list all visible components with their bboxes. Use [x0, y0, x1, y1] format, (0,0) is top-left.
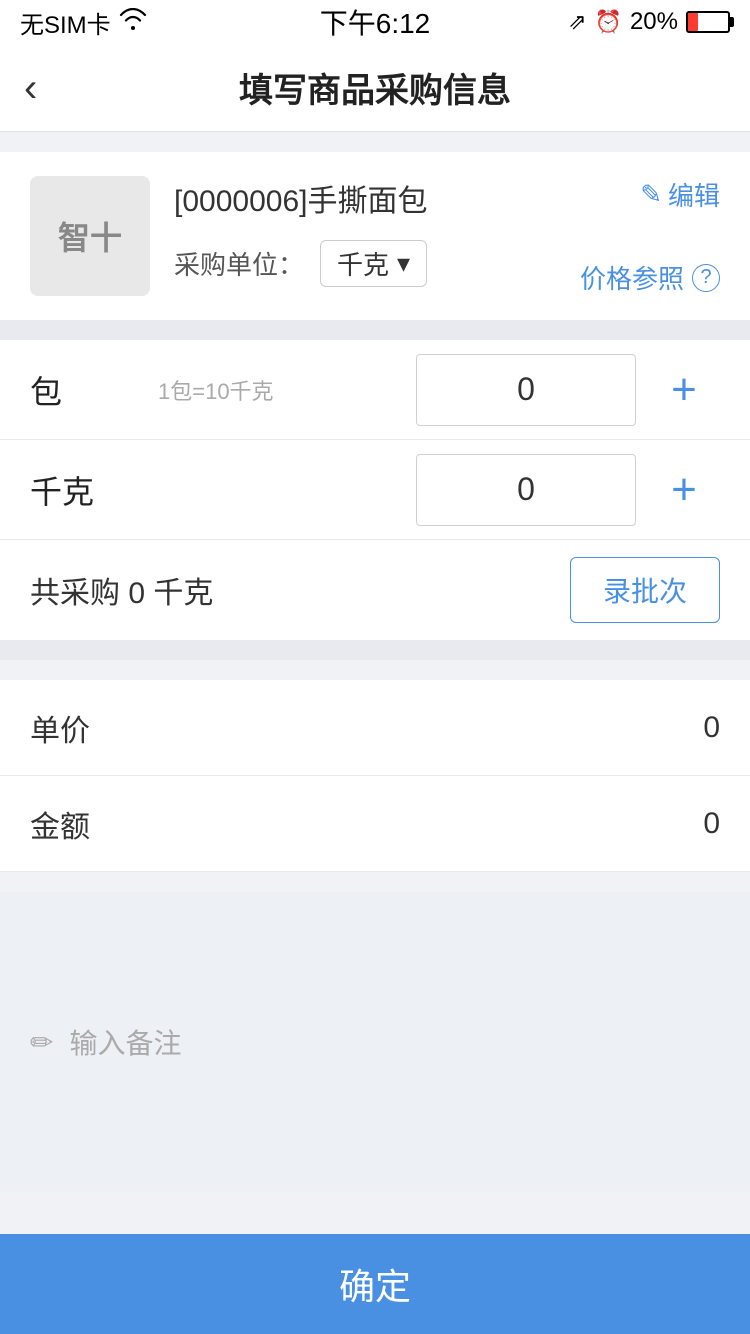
- input-section: 包 1包=10千克 0 + 千克 0 +: [0, 340, 750, 540]
- pack-plus-button[interactable]: +: [648, 354, 720, 426]
- battery-icon: [686, 11, 730, 33]
- kg-label: 千克: [30, 467, 150, 513]
- product-name: [0000006]手撕面包: [174, 176, 720, 220]
- nav-bar: ‹ 填写商品采购信息: [0, 44, 750, 132]
- edit-button[interactable]: ✎ 编辑: [640, 176, 720, 213]
- price-label: 单价: [30, 706, 90, 750]
- divider-2: [0, 640, 750, 660]
- pack-label: 包: [30, 367, 150, 413]
- batch-button[interactable]: 录批次: [570, 557, 720, 623]
- edit-icon: ✎: [640, 179, 662, 210]
- carrier-text: 无SIM卡: [20, 5, 111, 40]
- info-icon: ?: [692, 264, 720, 292]
- status-right: ⇗ ⏰ 20%: [568, 8, 730, 36]
- notes-section[interactable]: ✏ 输入备注: [0, 892, 750, 1192]
- amount-value: 0: [703, 807, 720, 841]
- chevron-down-icon: ▾: [397, 248, 410, 279]
- summary-text: 共采购 0 千克: [30, 568, 213, 612]
- status-left: 无SIM卡: [20, 5, 147, 40]
- price-value: 0: [703, 711, 720, 745]
- product-image: 智十: [30, 176, 150, 296]
- kg-qty-input[interactable]: 0: [416, 454, 636, 526]
- kg-plus-button[interactable]: +: [648, 454, 720, 526]
- pencil-icon: ✏: [30, 1026, 53, 1059]
- notes-placeholder: 输入备注: [69, 1022, 181, 1062]
- summary-row: 共采购 0 千克 录批次: [0, 540, 750, 640]
- kg-input-row: 千克 0 +: [0, 440, 750, 540]
- product-card: 智十 [0000006]手撕面包 采购单位： 千克 ▾ ✎ 编辑 价格参照 ?: [0, 152, 750, 320]
- price-ref-button[interactable]: 价格参照 ?: [580, 259, 720, 296]
- price-row: 单价 0: [0, 680, 750, 776]
- back-button[interactable]: ‹: [24, 68, 37, 108]
- battery-percent: 20%: [630, 8, 678, 36]
- divider-1: [0, 320, 750, 340]
- product-logo: 智十: [58, 213, 122, 259]
- amount-row: 金额 0: [0, 776, 750, 872]
- unit-label: 采购单位：: [174, 245, 304, 282]
- amount-label: 金额: [30, 802, 90, 846]
- alarm-icon: ⏰: [595, 9, 622, 35]
- info-section: 单价 0 金额 0: [0, 680, 750, 872]
- unit-select[interactable]: 千克 ▾: [320, 240, 427, 287]
- confirm-button[interactable]: 确定: [0, 1234, 750, 1334]
- page-title: 填写商品采购信息: [239, 63, 511, 112]
- pack-input-row: 包 1包=10千克 0 +: [0, 340, 750, 440]
- location-icon: ⇗: [568, 9, 586, 35]
- wifi-icon: [119, 8, 147, 37]
- status-bar: 无SIM卡 下午6:12 ⇗ ⏰ 20%: [0, 0, 750, 44]
- pack-sublabel: 1包=10千克: [158, 374, 274, 406]
- status-time: 下午6:12: [320, 2, 431, 42]
- pack-qty-input[interactable]: 0: [416, 354, 636, 426]
